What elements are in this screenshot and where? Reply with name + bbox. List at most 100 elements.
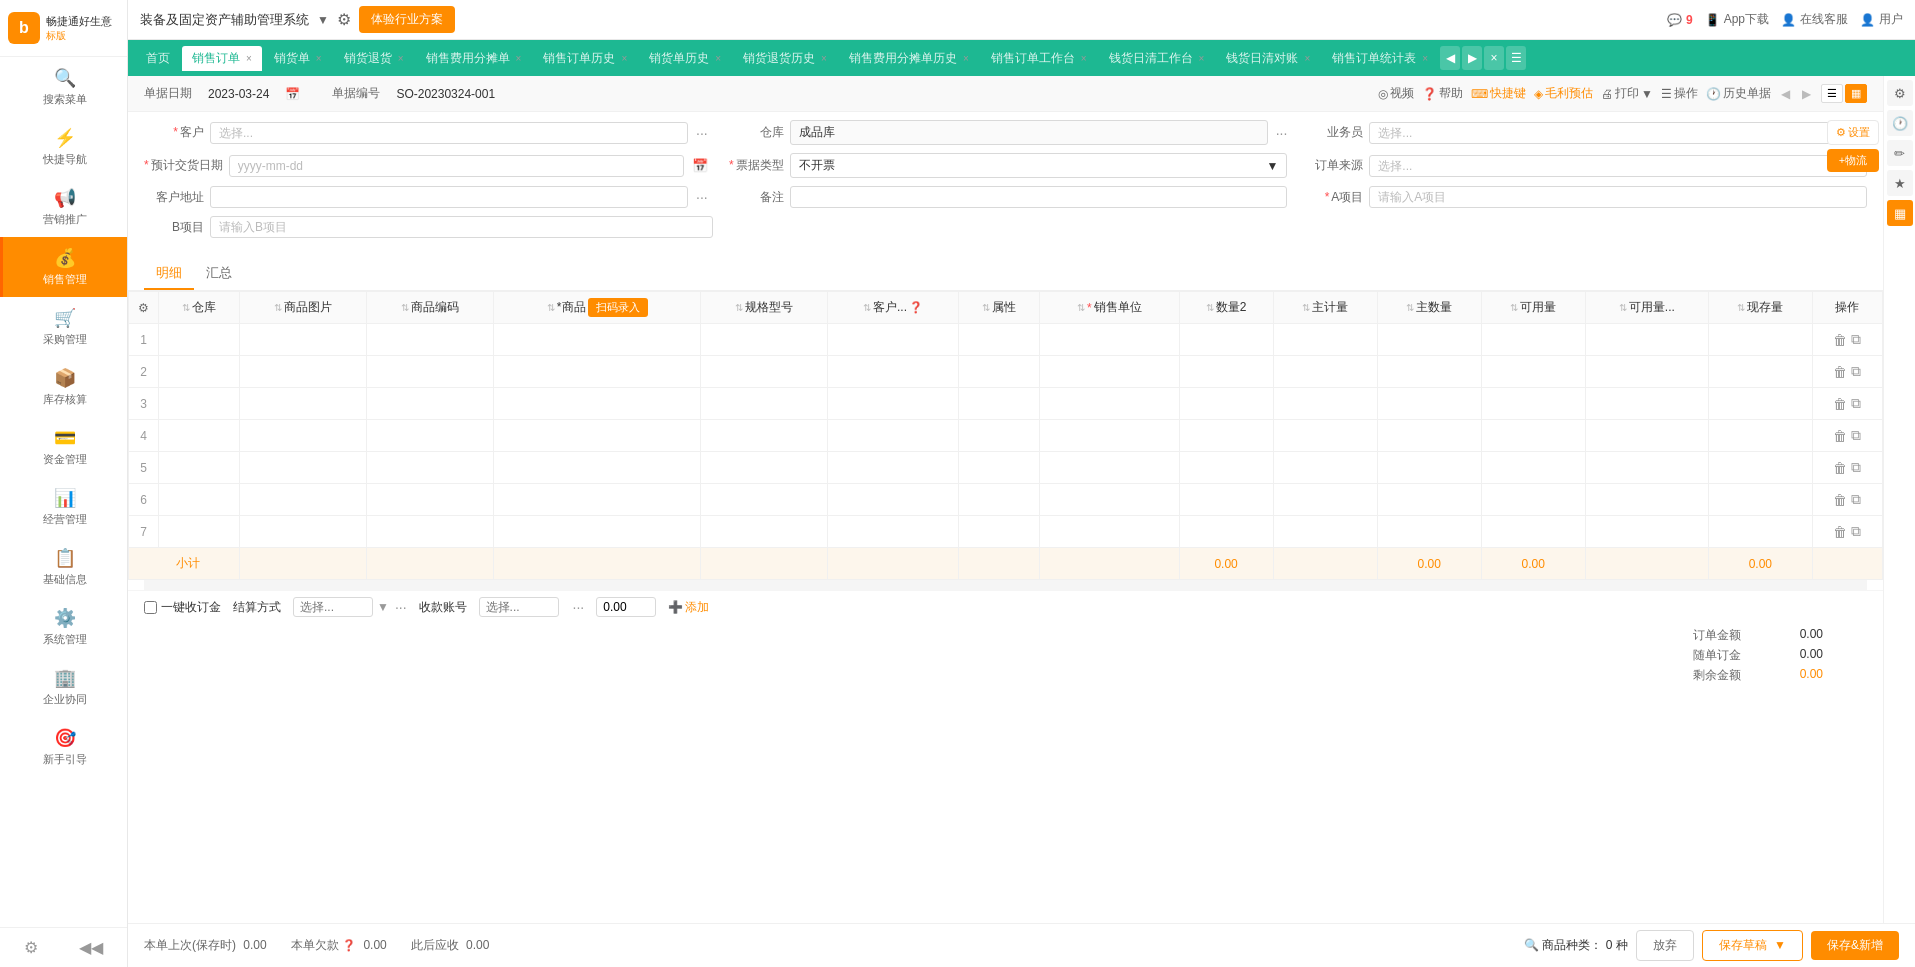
save-new-btn[interactable]: 保存&新增 [1811, 931, 1899, 960]
solution-button[interactable]: 体验行业方案 [359, 6, 455, 33]
sidebar-item-base-info[interactable]: 📋 基础信息 [0, 537, 127, 597]
right-tool-star-btn[interactable]: ★ [1887, 170, 1913, 196]
row-1-delete-btn[interactable]: 🗑 [1833, 332, 1847, 348]
user-avatar[interactable]: 👤 用户 [1860, 11, 1903, 28]
staff-input[interactable] [1369, 122, 1847, 144]
row-3-copy-btn[interactable]: ⧉ [1851, 395, 1861, 412]
sort-custcode-icon[interactable]: ⇅ [863, 302, 871, 313]
help-btn[interactable]: ❓ 帮助 [1422, 85, 1463, 102]
save-draft-chevron-icon[interactable]: ▼ [1774, 938, 1786, 952]
invoice-type-select[interactable]: 不开票 ▼ [790, 153, 1288, 178]
b-project-input[interactable] [210, 216, 713, 238]
sort-attr-icon[interactable]: ⇅ [982, 302, 990, 313]
tab-close-all-btn[interactable]: × [1484, 46, 1504, 70]
sidebar-item-enterprise[interactable]: 🏢 企业协同 [0, 657, 127, 717]
tab-refund-history[interactable]: 销货退货历史 × [733, 46, 837, 71]
sidebar-settings-icon[interactable]: ⚙ [24, 938, 38, 957]
sort-available-icon[interactable]: ⇅ [1510, 302, 1518, 313]
sort-mainunit-icon[interactable]: ⇅ [1302, 302, 1310, 313]
settings-gear-icon[interactable]: ⚙ [337, 10, 351, 29]
system-dropdown[interactable]: ▼ [317, 13, 329, 27]
row-5-delete-btn[interactable]: 🗑 [1833, 460, 1847, 476]
help-debt-icon[interactable]: ❓ [342, 939, 356, 951]
discard-btn[interactable]: 放弃 [1636, 930, 1694, 961]
sort-unit-icon[interactable]: ⇅ [1077, 302, 1085, 313]
sort-stock-icon[interactable]: ⇅ [1737, 302, 1745, 313]
tab-refund-history-close[interactable]: × [821, 53, 827, 64]
profit-btn[interactable]: ◈ 毛利预估 [1534, 85, 1593, 102]
operations-btn[interactable]: ☰ 操作 [1661, 85, 1698, 102]
row-2-delete-btn[interactable]: 🗑 [1833, 364, 1847, 380]
tab-sales-return-close[interactable]: × [316, 53, 322, 64]
payment-method-more-btn[interactable]: ··· [395, 599, 407, 615]
sidebar-item-finance[interactable]: 💳 资金管理 [0, 417, 127, 477]
customer-more-btn[interactable]: ··· [696, 125, 708, 141]
right-tool-settings-btn[interactable]: ⚙ [1887, 80, 1913, 106]
one-click-payment-checkbox[interactable]: 一键收订金 [144, 599, 221, 616]
row-6-delete-btn[interactable]: 🗑 [1833, 492, 1847, 508]
tab-prev-btn[interactable]: ◀ [1440, 46, 1460, 70]
order-source-input[interactable] [1369, 155, 1867, 177]
sidebar-collapse-icon[interactable]: ◀◀ [79, 938, 103, 957]
sidebar-item-system[interactable]: ⚙️ 系统管理 [0, 597, 127, 657]
sidebar-item-marketing[interactable]: 📢 营销推广 [0, 177, 127, 237]
row-2-copy-btn[interactable]: ⧉ [1851, 363, 1861, 380]
payment-checkbox-input[interactable] [144, 601, 157, 614]
tab-fee-split-history-close[interactable]: × [963, 53, 969, 64]
sidebar-item-search-menu[interactable]: 🔍 搜索菜单 [0, 57, 127, 117]
online-service-btn[interactable]: 👤 在线客服 [1781, 11, 1848, 28]
tab-home[interactable]: 首页 [136, 46, 180, 71]
sort-image-icon[interactable]: ⇅ [274, 302, 282, 313]
sidebar-item-purchase[interactable]: 🛒 采购管理 [0, 297, 127, 357]
tab-fee-split[interactable]: 销售费用分摊单 × [416, 46, 532, 71]
tab-sales-order-close[interactable]: × [246, 53, 252, 64]
sidebar-item-quick-nav[interactable]: ⚡ 快捷导航 [0, 117, 127, 177]
row-4-copy-btn[interactable]: ⧉ [1851, 427, 1861, 444]
tab-sales-return[interactable]: 销货单 × [264, 46, 332, 71]
right-tool-edit-btn[interactable]: ✏ [1887, 140, 1913, 166]
payment-method-input[interactable] [293, 597, 373, 617]
settings-float-btn[interactable]: ⚙ 设置 [1827, 120, 1879, 145]
right-tool-history-btn[interactable]: 🕐 [1887, 110, 1913, 136]
search-product-icon[interactable]: 🔍 [1524, 938, 1539, 952]
sort-spec-icon[interactable]: ⇅ [735, 302, 743, 313]
view-btn[interactable]: ◎ 视频 [1378, 85, 1414, 102]
warehouse-more-btn[interactable]: ··· [1276, 125, 1288, 141]
form-view-btn[interactable]: ▦ [1845, 84, 1867, 103]
tab-fee-split-close[interactable]: × [516, 53, 522, 64]
tab-receivable-reconcile[interactable]: 钱货日清对账 × [1216, 46, 1320, 71]
tab-receivable-reconcile-close[interactable]: × [1304, 53, 1310, 64]
help-custcode-icon[interactable]: ❓ [909, 301, 923, 314]
message-btn[interactable]: 💬 9 [1667, 13, 1693, 27]
tab-summary[interactable]: 汇总 [194, 258, 244, 290]
delivery-date-calendar-icon[interactable]: 📅 [692, 158, 708, 173]
tab-sales-refund[interactable]: 销货退货 × [334, 46, 414, 71]
tab-more-btn[interactable]: ☰ [1506, 46, 1526, 70]
sort-mainqty-icon[interactable]: ⇅ [1406, 302, 1414, 313]
history-btn[interactable]: 🕐 历史单据 [1706, 85, 1771, 102]
tab-order-history-close[interactable]: × [621, 53, 627, 64]
row-3-delete-btn[interactable]: 🗑 [1833, 396, 1847, 412]
sidebar-item-sales[interactable]: 💰 销售管理 [0, 237, 127, 297]
tab-receivable-workbench-close[interactable]: × [1199, 53, 1205, 64]
tab-next-btn[interactable]: ▶ [1462, 46, 1482, 70]
row-7-delete-btn[interactable]: 🗑 [1833, 524, 1847, 540]
calendar-icon[interactable]: 📅 [285, 87, 300, 101]
a-project-input[interactable] [1369, 186, 1867, 208]
sidebar-item-guide[interactable]: 🎯 新手引导 [0, 717, 127, 777]
customer-input[interactable] [210, 122, 688, 144]
add-payment-btn[interactable]: ➕ 添加 [668, 599, 709, 616]
right-tool-scan-btn[interactable]: ▦ [1887, 200, 1913, 226]
print-btn[interactable]: 🖨 打印 ▼ [1601, 85, 1653, 102]
row-1-copy-btn[interactable]: ⧉ [1851, 331, 1861, 348]
row-7-copy-btn[interactable]: ⧉ [1851, 523, 1861, 540]
row-4-delete-btn[interactable]: 🗑 [1833, 428, 1847, 444]
tab-sales-summary-close[interactable]: × [1422, 53, 1428, 64]
list-view-btn[interactable]: ☰ [1821, 84, 1843, 103]
tab-sales-summary[interactable]: 销售订单统计表 × [1322, 46, 1438, 71]
sort-available2-icon[interactable]: ⇅ [1619, 302, 1627, 313]
row-6-copy-btn[interactable]: ⧉ [1851, 491, 1861, 508]
sort-sku-icon[interactable]: ⇅ [401, 302, 409, 313]
tab-fee-split-history[interactable]: 销售费用分摊单历史 × [839, 46, 979, 71]
add-material-btn[interactable]: +物流 [1827, 149, 1879, 172]
